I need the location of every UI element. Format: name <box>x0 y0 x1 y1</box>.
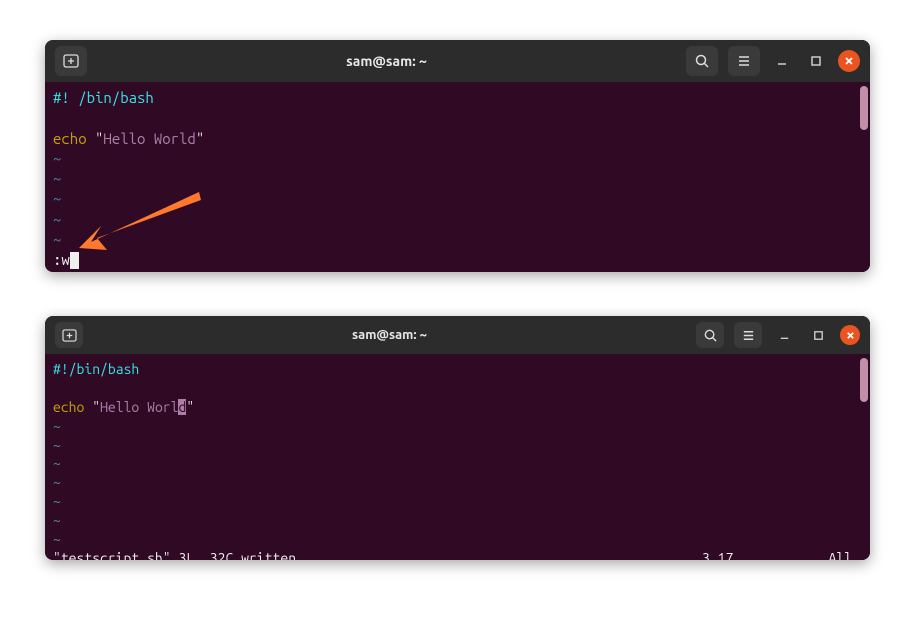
close-button[interactable] <box>840 325 860 345</box>
empty-line-tilde: ~ <box>53 169 862 189</box>
empty-line-tilde: ~ <box>53 149 862 169</box>
command-text: w <box>61 250 69 270</box>
scrollbar[interactable] <box>860 358 868 402</box>
vim-status-line: "testscript.sh" 3L, 32C written 3,17 All <box>53 549 862 560</box>
new-tab-button[interactable] <box>55 46 87 76</box>
echo-line: echo "Hello World" <box>53 398 862 417</box>
quote-open: " <box>84 399 100 415</box>
scroll-position: All <box>802 549 862 560</box>
empty-line-tilde: ~ <box>53 492 862 511</box>
cursor <box>70 252 79 269</box>
empty-line-tilde: ~ <box>53 417 862 436</box>
shebang-prefix: #! <box>53 89 78 106</box>
new-tab-button[interactable] <box>55 322 83 348</box>
search-button[interactable] <box>696 322 724 348</box>
echo-line: echo "Hello World" <box>53 129 862 149</box>
empty-line-tilde: ~ <box>53 511 862 530</box>
empty-line-tilde: ~ <box>53 230 862 250</box>
titlebar: sam@sam: ~ <box>45 316 870 354</box>
maximize-button[interactable] <box>804 49 828 73</box>
scrollbar[interactable] <box>860 86 868 130</box>
echo-string: Hello World <box>103 130 195 147</box>
echo-keyword: echo <box>53 130 87 147</box>
blank-line <box>53 379 862 398</box>
terminal-body[interactable]: #! /bin/bash echo "Hello World" ~ ~ ~ ~ … <box>45 82 870 272</box>
shebang-path: /bin/bash <box>78 89 154 106</box>
minimize-button[interactable] <box>770 49 794 73</box>
empty-line-tilde: ~ <box>53 530 862 549</box>
shebang-path: /bin/bash <box>69 361 140 377</box>
quote-open: " <box>87 130 104 147</box>
empty-line-tilde: ~ <box>53 473 862 492</box>
shebang-line: #! /bin/bash <box>53 88 862 108</box>
menu-button[interactable] <box>734 322 762 348</box>
window-title: sam@sam: ~ <box>91 328 688 342</box>
command-prompt: : <box>53 250 61 270</box>
menu-button[interactable] <box>728 46 760 76</box>
shebang-line: #!/bin/bash <box>53 360 862 379</box>
cursor-position: 3,17 <box>702 549 802 560</box>
echo-keyword: echo <box>53 399 84 415</box>
close-button[interactable] <box>838 50 860 72</box>
empty-line-tilde: ~ <box>53 210 862 230</box>
empty-line-tilde: ~ <box>53 454 862 473</box>
empty-line-tilde: ~ <box>53 436 862 455</box>
blank-line <box>53 108 862 128</box>
maximize-button[interactable] <box>806 323 830 347</box>
terminal-window-2: sam@sam: ~ <box>45 316 870 560</box>
search-button[interactable] <box>686 46 718 76</box>
empty-line-tilde: ~ <box>53 189 862 209</box>
shebang-prefix: #! <box>53 361 69 377</box>
terminal-window-1: sam@sam: ~ <box>45 40 870 272</box>
vim-command-line[interactable]: :w <box>53 250 862 270</box>
titlebar: sam@sam: ~ <box>45 40 870 82</box>
window-title: sam@sam: ~ <box>95 53 678 69</box>
terminal-body[interactable]: #!/bin/bash echo "Hello World" ~ ~ ~ ~ ~… <box>45 354 870 560</box>
echo-string-pre: Hello Worl <box>100 399 178 415</box>
status-message: "testscript.sh" 3L, 32C written <box>53 549 702 560</box>
minimize-button[interactable] <box>772 323 796 347</box>
quote-close: " <box>186 399 194 415</box>
quote-close: " <box>196 130 204 147</box>
